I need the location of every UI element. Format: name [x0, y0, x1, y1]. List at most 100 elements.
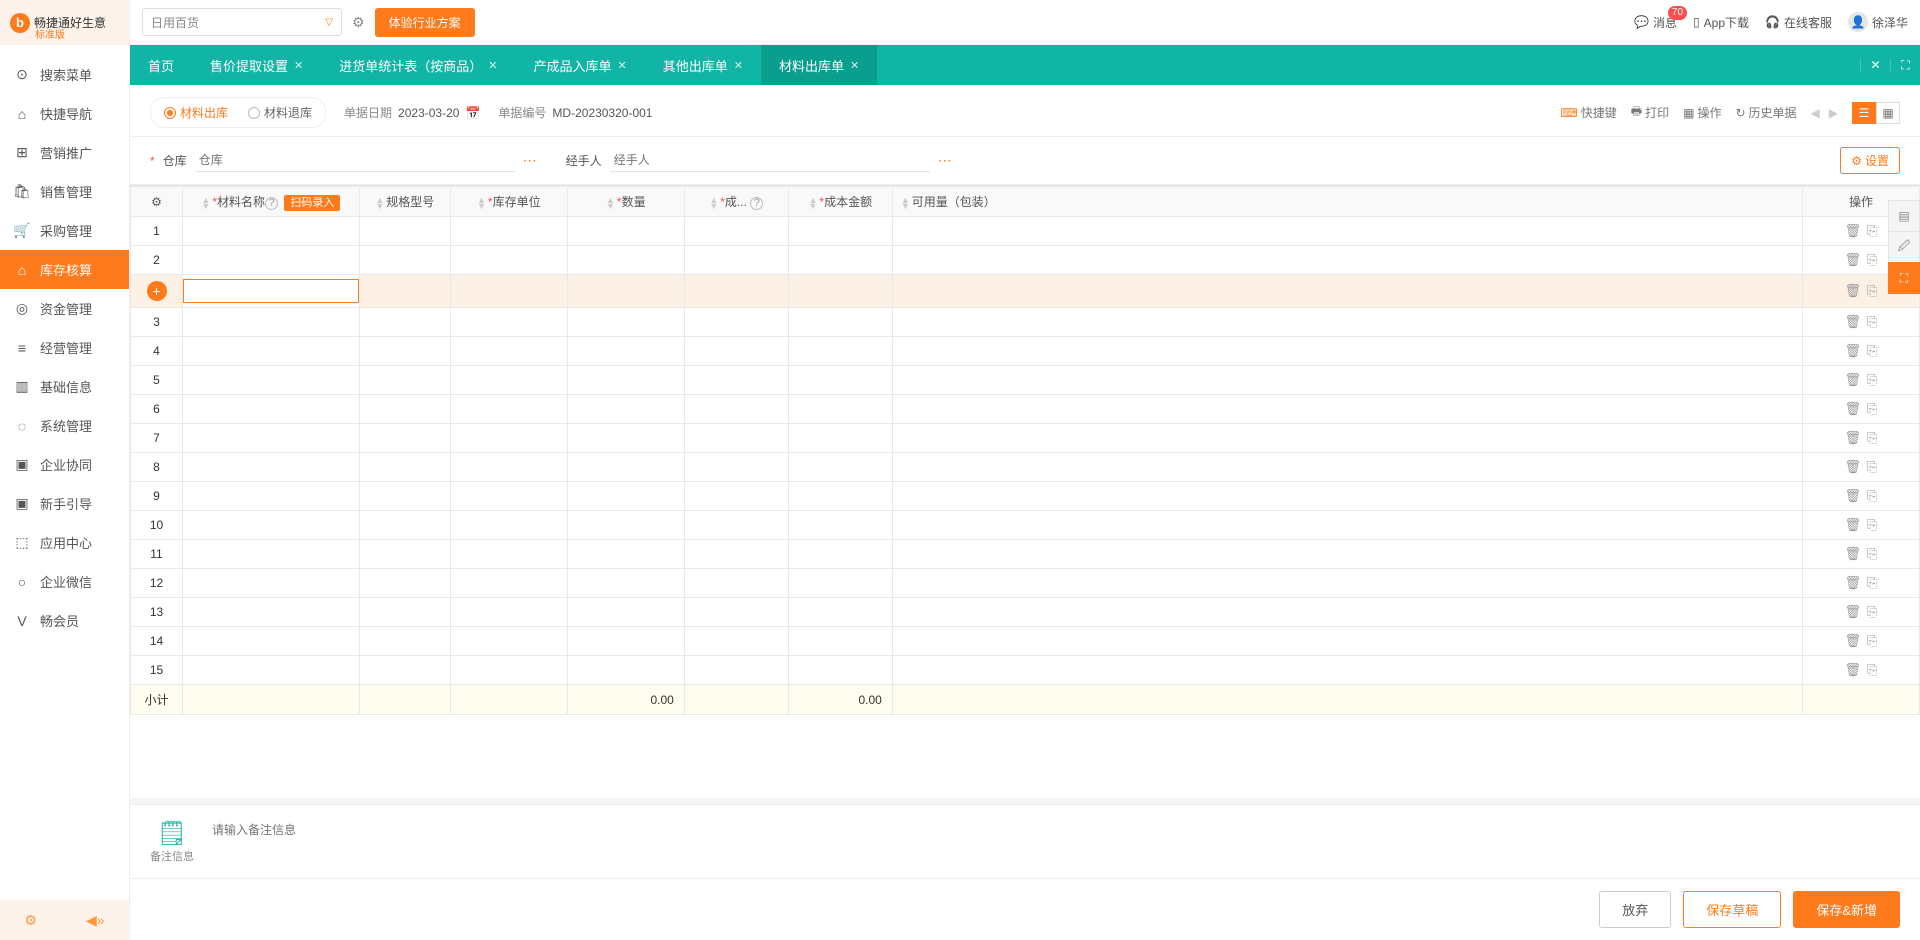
delete-icon[interactable]: 🗑	[1844, 633, 1861, 648]
nav-item-1[interactable]: ⌂快捷导航	[0, 94, 129, 133]
amount-cell[interactable]	[788, 424, 892, 453]
col-spec[interactable]: ▲▼规格型号	[359, 187, 450, 217]
cost-cell[interactable]	[684, 627, 788, 656]
table-row[interactable]: 11 🗑⎘	[131, 540, 1920, 569]
spec-cell[interactable]	[359, 656, 450, 685]
nav-item-13[interactable]: ○企业微信	[0, 562, 129, 601]
copy-icon[interactable]: ⎘	[1867, 459, 1877, 474]
float-tool-3[interactable]: ⛶	[1888, 262, 1920, 294]
amount-cell[interactable]	[788, 511, 892, 540]
delete-icon[interactable]: 🗑	[1844, 662, 1861, 677]
cost-cell[interactable]	[684, 395, 788, 424]
table-row[interactable]: 9 🗑⎘	[131, 482, 1920, 511]
spec-cell[interactable]	[359, 540, 450, 569]
col-material[interactable]: ▲▼*材料名称? 扫码录入	[183, 187, 360, 217]
copy-icon[interactable]: ⎘	[1867, 604, 1877, 619]
warehouse-input[interactable]	[195, 149, 515, 172]
cost-cell[interactable]	[684, 482, 788, 511]
col-cost[interactable]: ▲▼*成... ?	[684, 187, 788, 217]
copy-icon[interactable]: ⎘	[1867, 223, 1877, 238]
unit-cell[interactable]	[450, 656, 567, 685]
amount-cell[interactable]	[788, 308, 892, 337]
nav-item-10[interactable]: ▣企业协同	[0, 445, 129, 484]
spec-cell[interactable]	[359, 246, 450, 275]
cost-cell[interactable]	[684, 656, 788, 685]
doc-date-value[interactable]: 2023-03-20	[398, 106, 459, 120]
table-row[interactable]: 10 🗑⎘	[131, 511, 1920, 540]
delete-icon[interactable]: 🗑	[1844, 223, 1861, 238]
next-icon[interactable]: ▶	[1829, 106, 1838, 120]
float-tool-1[interactable]: ▤	[1888, 200, 1920, 232]
table-row[interactable]: 12 🗑⎘	[131, 569, 1920, 598]
hotkey-button[interactable]: ⌨快捷键	[1560, 104, 1616, 121]
material-cell[interactable]	[183, 366, 360, 395]
material-cell[interactable]	[183, 337, 360, 366]
tab-4[interactable]: 其他出库单✕	[645, 45, 761, 85]
table-row[interactable]: 7 🗑⎘	[131, 424, 1920, 453]
material-cell[interactable]	[183, 246, 360, 275]
copy-icon[interactable]: ⎘	[1867, 517, 1877, 532]
delete-icon[interactable]: 🗑	[1844, 546, 1861, 561]
amount-cell[interactable]	[788, 337, 892, 366]
cost-cell[interactable]	[684, 275, 788, 308]
material-cell[interactable]	[183, 656, 360, 685]
nav-item-5[interactable]: ⌂库存核算	[0, 250, 129, 289]
user-menu[interactable]: 👤 徐泽华	[1848, 12, 1908, 32]
qty-cell[interactable]	[567, 540, 684, 569]
nav-item-3[interactable]: 🛍销售管理	[0, 172, 129, 211]
qty-cell[interactable]	[567, 453, 684, 482]
amount-cell[interactable]	[788, 598, 892, 627]
spec-cell[interactable]	[359, 453, 450, 482]
unit-cell[interactable]	[450, 424, 567, 453]
radio-material-return[interactable]: 材料退库	[238, 101, 322, 124]
col-qty[interactable]: ▲▼*数量	[567, 187, 684, 217]
col-unit[interactable]: ▲▼*库存单位	[450, 187, 567, 217]
close-icon[interactable]: ✕	[488, 59, 497, 72]
radio-material-out[interactable]: 材料出库	[154, 101, 238, 124]
unit-cell[interactable]	[450, 308, 567, 337]
amount-cell[interactable]	[788, 482, 892, 511]
handler-more-icon[interactable]: ⋯	[938, 152, 951, 169]
material-cell[interactable]	[183, 424, 360, 453]
nav-item-6[interactable]: ◎资金管理	[0, 289, 129, 328]
unit-cell[interactable]	[450, 598, 567, 627]
amount-cell[interactable]	[788, 246, 892, 275]
nav-item-11[interactable]: ▣新手引导	[0, 484, 129, 523]
tab-5[interactable]: 材料出库单✕	[761, 45, 877, 85]
unit-cell[interactable]	[450, 366, 567, 395]
category-gear-icon[interactable]: ⚙	[352, 14, 365, 31]
qty-cell[interactable]	[567, 511, 684, 540]
nav-item-8[interactable]: ▥基础信息	[0, 367, 129, 406]
qty-cell[interactable]	[567, 308, 684, 337]
delete-icon[interactable]: 🗑	[1844, 575, 1861, 590]
material-input[interactable]	[183, 279, 359, 303]
amount-cell[interactable]	[788, 540, 892, 569]
copy-icon[interactable]: ⎘	[1867, 546, 1877, 561]
table-row[interactable]: 4 🗑⎘	[131, 337, 1920, 366]
qty-cell[interactable]	[567, 275, 684, 308]
close-icon[interactable]: ✕	[734, 59, 743, 72]
copy-icon[interactable]: ⎘	[1867, 633, 1877, 648]
spec-cell[interactable]	[359, 482, 450, 511]
table-row[interactable]: 6 🗑⎘	[131, 395, 1920, 424]
print-button[interactable]: 🖶打印	[1631, 102, 1669, 123]
handler-input[interactable]	[610, 149, 930, 172]
tab-1[interactable]: 售价提取设置✕	[192, 45, 321, 85]
save-draft-button[interactable]: 保存草稿	[1683, 891, 1781, 928]
collapse-icon[interactable]: ◀»	[86, 912, 105, 929]
qty-cell[interactable]	[567, 656, 684, 685]
qty-cell[interactable]	[567, 246, 684, 275]
delete-icon[interactable]: 🗑	[1844, 517, 1861, 532]
copy-icon[interactable]: ⎘	[1867, 575, 1877, 590]
nav-item-2[interactable]: ⊞营销推广	[0, 133, 129, 172]
table-row[interactable]: 15 🗑⎘	[131, 656, 1920, 685]
copy-icon[interactable]: ⎘	[1867, 372, 1877, 387]
qty-cell[interactable]	[567, 395, 684, 424]
qty-cell[interactable]	[567, 569, 684, 598]
unit-cell[interactable]	[450, 246, 567, 275]
messages-button[interactable]: 💬 消息 70	[1634, 14, 1677, 31]
material-cell[interactable]	[183, 540, 360, 569]
table-row[interactable]: 8 🗑⎘	[131, 453, 1920, 482]
delete-icon[interactable]: 🗑	[1844, 401, 1861, 416]
cost-cell[interactable]	[684, 366, 788, 395]
